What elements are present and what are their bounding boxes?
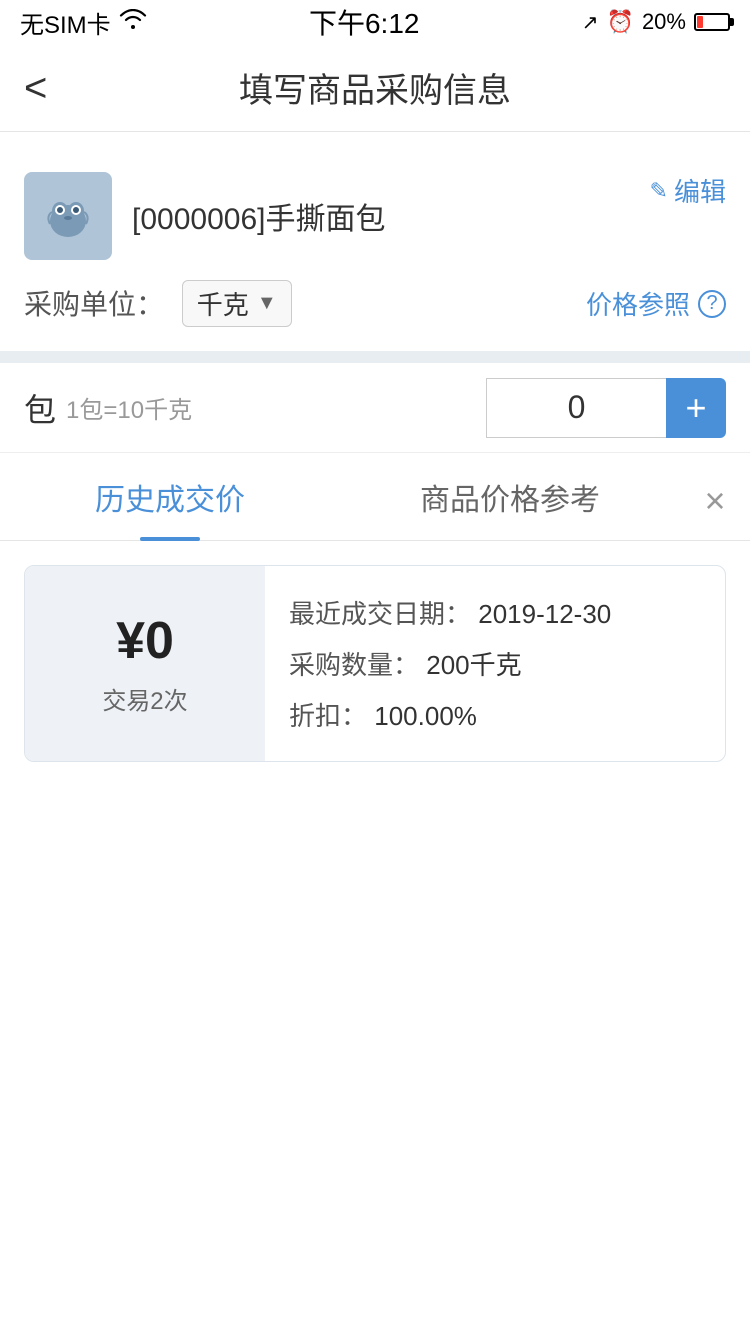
wifi-icon bbox=[119, 8, 147, 36]
status-bar: 无SIM卡 下午6:12 ↗ ⏰ 20% bbox=[0, 0, 750, 44]
carrier-text: 无SIM卡 bbox=[20, 5, 111, 40]
unit-hint: 1包=10千克 bbox=[66, 390, 486, 425]
unit-tag: 包 bbox=[24, 385, 56, 431]
battery-icon bbox=[694, 13, 730, 31]
unit-dropdown[interactable]: 千克 ▼ bbox=[182, 280, 292, 327]
quantity-input[interactable] bbox=[486, 378, 666, 438]
price-card-left: ¥0 交易2次 bbox=[25, 566, 265, 761]
price-card: ¥0 交易2次 最近成交日期： 2019-12-30 采购数量： 200千克 折… bbox=[24, 565, 726, 762]
page-title: 填写商品采购信息 bbox=[239, 63, 511, 112]
unit-selector-group: 采购单位： 千克 ▼ bbox=[24, 280, 292, 327]
price-value: ¥0 bbox=[116, 611, 174, 671]
status-right: ↗ ⏰ 20% bbox=[582, 9, 730, 35]
price-card-right: 最近成交日期： 2019-12-30 采购数量： 200千克 折扣： 100.0… bbox=[265, 566, 725, 761]
tab-bar: 历史成交价 商品价格参考 × bbox=[0, 461, 750, 541]
product-unit-row: 采购单位： 千克 ▼ 价格参照 ? bbox=[24, 280, 726, 327]
edit-icon: ✎ bbox=[650, 178, 668, 204]
product-name: [0000006]手撕面包 bbox=[132, 194, 385, 238]
price-ref-button[interactable]: 价格参照 ? bbox=[586, 285, 726, 322]
status-time: 下午6:12 bbox=[309, 2, 420, 42]
product-left: [0000006]手撕面包 bbox=[24, 172, 385, 260]
tab-product-price-ref[interactable]: 商品价格参考 bbox=[340, 461, 680, 541]
chevron-down-icon: ▼ bbox=[257, 292, 277, 315]
alarm-icon: ⏰ bbox=[607, 9, 634, 35]
panel-content: ¥0 交易2次 最近成交日期： 2019-12-30 采购数量： 200千克 折… bbox=[0, 541, 750, 786]
status-left: 无SIM卡 bbox=[20, 5, 147, 40]
recent-date-row: 最近成交日期： 2019-12-30 bbox=[289, 594, 701, 631]
quantity-input-group: + bbox=[486, 378, 726, 438]
nav-bar: < 填写商品采购信息 bbox=[0, 44, 750, 132]
help-icon: ? bbox=[698, 290, 726, 318]
product-section: [0000006]手撕面包 ✎ 编辑 采购单位： 千克 ▼ 价格参照 ? bbox=[0, 148, 750, 351]
trade-count: 交易2次 bbox=[102, 681, 187, 716]
panel-container: 历史成交价 商品价格参考 × ¥0 交易2次 最近成交日期： 2019-12-3… bbox=[0, 461, 750, 786]
purchase-qty-row: 采购数量： 200千克 bbox=[289, 645, 701, 682]
back-button[interactable]: < bbox=[24, 68, 47, 108]
tab-close-button[interactable]: × bbox=[680, 461, 750, 541]
gps-icon: ↗ bbox=[582, 10, 599, 35]
edit-button[interactable]: ✎ 编辑 bbox=[650, 172, 726, 209]
product-logo bbox=[24, 172, 112, 260]
battery-percent: 20% bbox=[642, 9, 686, 35]
discount-row: 折扣： 100.00% bbox=[289, 696, 701, 733]
section-divider bbox=[0, 351, 750, 363]
currency-symbol: ¥ bbox=[116, 612, 145, 670]
product-header: [0000006]手撕面包 ✎ 编辑 bbox=[24, 172, 726, 260]
quantity-plus-button[interactable]: + bbox=[666, 378, 726, 438]
unit-label: 采购单位： bbox=[24, 289, 164, 320]
tab-history-price[interactable]: 历史成交价 bbox=[0, 461, 340, 541]
quantity-row: 包 1包=10千克 + bbox=[0, 363, 750, 453]
